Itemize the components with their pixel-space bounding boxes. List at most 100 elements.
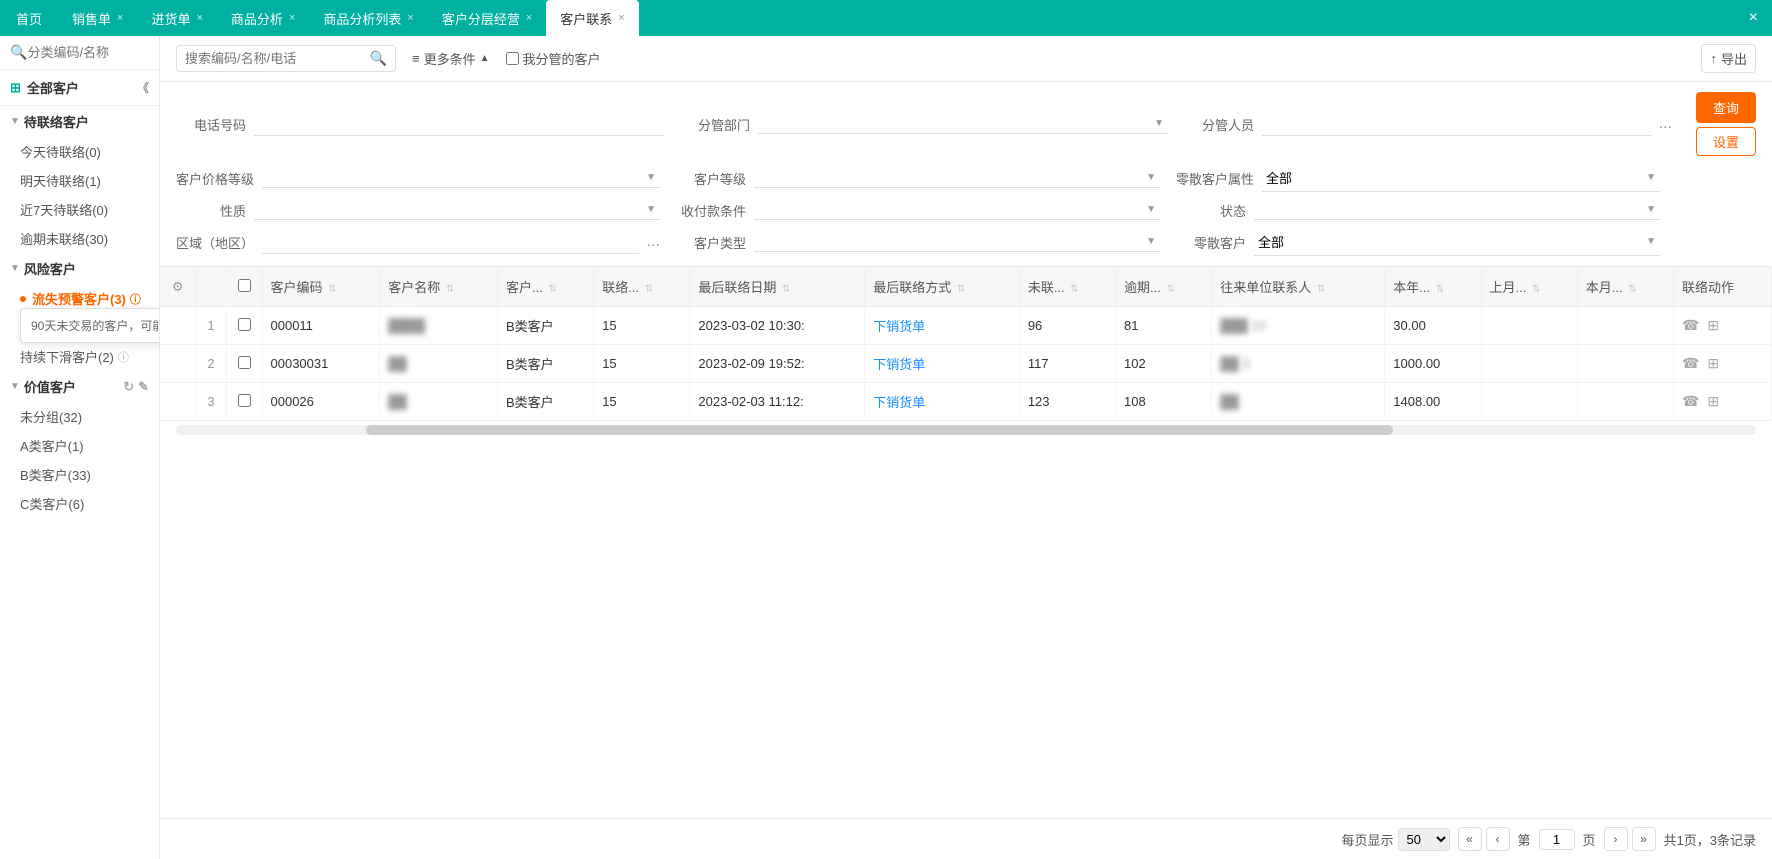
last-way-link-1[interactable]: 下销货单 [873,357,925,372]
info-icon: ⓘ [130,291,141,307]
cell-overdue-0: 81 [1116,307,1212,345]
filter-region-input[interactable] [262,230,639,254]
col-name-header: 客户名称 ⇅ [380,267,498,307]
sort-icon-code[interactable]: ⇅ [328,284,336,295]
filter-customer-level-select[interactable]: ▼ [754,168,1160,188]
export-button[interactable]: ↑ 导出 [1701,44,1756,73]
filter-search-input[interactable] [185,51,370,66]
sort-icon-contact[interactable]: ⇅ [645,284,653,295]
last-way-link-2[interactable]: 下销货单 [873,395,925,410]
row-checkbox-2[interactable] [238,394,251,407]
tab-product-analysis-close[interactable]: × [289,12,295,24]
grid-action-icon-2[interactable]: ⊞ [1707,393,1719,410]
value-refresh-icon[interactable]: ↻ [123,379,134,395]
filter-nature-select[interactable]: ▼ [254,200,660,220]
sort-icon-uncontact[interactable]: ⇅ [1070,284,1078,295]
tab-customer-tier-close[interactable]: × [526,12,532,24]
sidebar-section-pending-title[interactable]: ▼ 待联络客户 [0,106,159,137]
tab-product-analysis[interactable]: 商品分析 × [217,0,309,36]
tab-sales[interactable]: 销售单 × [58,0,137,36]
sidebar-item-type-a[interactable]: A类客户(1) [0,431,159,460]
sort-icon-name[interactable]: ⇅ [446,284,454,295]
row-checkbox-1[interactable] [238,356,251,369]
region-ellipsis-icon[interactable]: ... [647,233,660,251]
phone-action-icon-2[interactable]: ☎ [1682,393,1699,410]
horizontal-scrollbar-track[interactable] [176,425,1756,435]
sidebar-item-tomorrow[interactable]: 明天待联络(1) [0,166,159,195]
tab-customer-contact-close[interactable]: × [618,12,624,24]
filter-search-icon[interactable]: 🔍 [370,50,387,67]
filter-more-button[interactable]: ≡ 更多条件 ▲ [404,45,498,72]
my-customers-checkbox[interactable] [506,52,519,65]
cell-uncontact-0: 96 [1019,307,1115,345]
tab-product-analysis-label: 商品分析 [231,9,283,28]
last-way-link-0[interactable]: 下销货单 [873,319,925,334]
sidebar-section-risk-title[interactable]: ▼ 风险客户 [0,253,159,284]
query-button[interactable]: 查询 [1696,92,1756,123]
sidebar-section-value-title[interactable]: ▼ 价值客户 ↻ ✎ [0,371,159,402]
sidebar-item-week[interactable]: 近7天待联络(0) [0,195,159,224]
filter-payment-select[interactable]: ▼ [754,200,1160,220]
col-code-header: 客户编码 ⇅ [262,267,380,307]
filter-phone-input[interactable] [254,112,664,136]
grid-icon: ⊞ [10,80,21,96]
sidebar-item-ungrouped[interactable]: 未分组(32) [0,402,159,431]
sidebar-item-declining[interactable]: 持续下滑客户(2) ⓘ [0,342,159,371]
phone-action-icon-1[interactable]: ☎ [1682,355,1699,372]
value-arrow-icon: ▼ [10,381,20,392]
grid-action-icon-0[interactable]: ⊞ [1707,317,1719,334]
select-all-checkbox[interactable] [238,279,251,292]
manager-ellipsis-icon[interactable]: ... [1659,115,1672,133]
filter-manager-field: 分管人员 ... [1184,112,1672,136]
filter-status-select[interactable]: ▼ [1254,200,1660,220]
filter-retail-customer-select[interactable]: 全部 ▼ [1254,228,1660,256]
tab-customer-tier[interactable]: 客户分层经营 × [428,0,546,36]
grid-action-icon-1[interactable]: ⊞ [1707,355,1719,372]
sort-icon-unit-contact[interactable]: ⇅ [1317,284,1325,295]
last-page-button[interactable]: » [1632,827,1656,851]
sort-icon-last-date[interactable]: ⇅ [782,284,790,295]
window-close-button[interactable]: × [1735,9,1772,27]
prev-page-button[interactable]: ‹ [1486,827,1510,851]
sort-icon-type[interactable]: ⇅ [548,284,556,295]
page-number-input[interactable] [1539,829,1575,850]
sort-icon-last-month[interactable]: ⇅ [1532,284,1540,295]
value-edit-icon[interactable]: ✎ [138,379,149,395]
cell-last-date-1: 2023-02-09 19:52: [690,345,865,383]
horizontal-scrollbar-thumb[interactable] [366,425,1393,435]
col-last-way-header: 最后联络方式 ⇅ [865,267,1020,307]
tab-purchase[interactable]: 进货单 × [137,0,216,36]
table-settings-icon[interactable]: ⚙ [160,267,196,307]
tab-sales-close[interactable]: × [117,12,123,24]
sidebar-item-overdue[interactable]: 逾期未联络(30) [0,224,159,253]
sidebar-all-customers[interactable]: ⊞ 全部客户 《 [0,70,159,106]
my-customers-filter[interactable]: 我分管的客户 [506,49,601,68]
first-page-button[interactable]: « [1458,827,1482,851]
tab-customer-contact[interactable]: 客户联系 × [546,0,638,36]
filter-price-level-select[interactable]: ▼ [262,168,660,188]
settings-button[interactable]: 设置 [1696,127,1756,156]
filter-manager-input[interactable] [1262,112,1651,136]
sidebar-item-type-b[interactable]: B类客户(33) [0,460,159,489]
sort-icon-this-month[interactable]: ⇅ [1628,284,1636,295]
tab-home[interactable]: 首页 [0,0,58,36]
tab-product-list-close[interactable]: × [407,12,413,24]
tab-purchase-close[interactable]: × [196,12,202,24]
filter-dept-select[interactable]: ▼ [758,114,1168,134]
sidebar-search-input[interactable] [27,45,160,60]
cell-action-2: ☎ ⊞ [1673,383,1771,421]
sort-icon-overdue[interactable]: ⇅ [1167,284,1175,295]
tab-customer-tier-label: 客户分层经营 [442,9,520,28]
sidebar-item-today[interactable]: 今天待联络(0) [0,137,159,166]
page-size-select[interactable]: 50 20 100 [1398,828,1450,851]
sidebar-item-type-c[interactable]: C类客户(6) [0,489,159,518]
phone-action-icon-0[interactable]: ☎ [1682,317,1699,334]
tab-product-list[interactable]: 商品分析列表 × [309,0,427,36]
sort-icon-last-way[interactable]: ⇅ [957,284,965,295]
sort-icon-this-year[interactable]: ⇅ [1436,284,1444,295]
next-page-button[interactable]: › [1604,827,1628,851]
row-checkbox-0[interactable] [238,318,251,331]
sidebar-collapse-icon[interactable]: 《 [137,79,149,96]
filter-customer-type-select[interactable]: ▼ [754,232,1160,252]
filter-retail-attr-select[interactable]: 全部 ▼ [1262,164,1660,192]
